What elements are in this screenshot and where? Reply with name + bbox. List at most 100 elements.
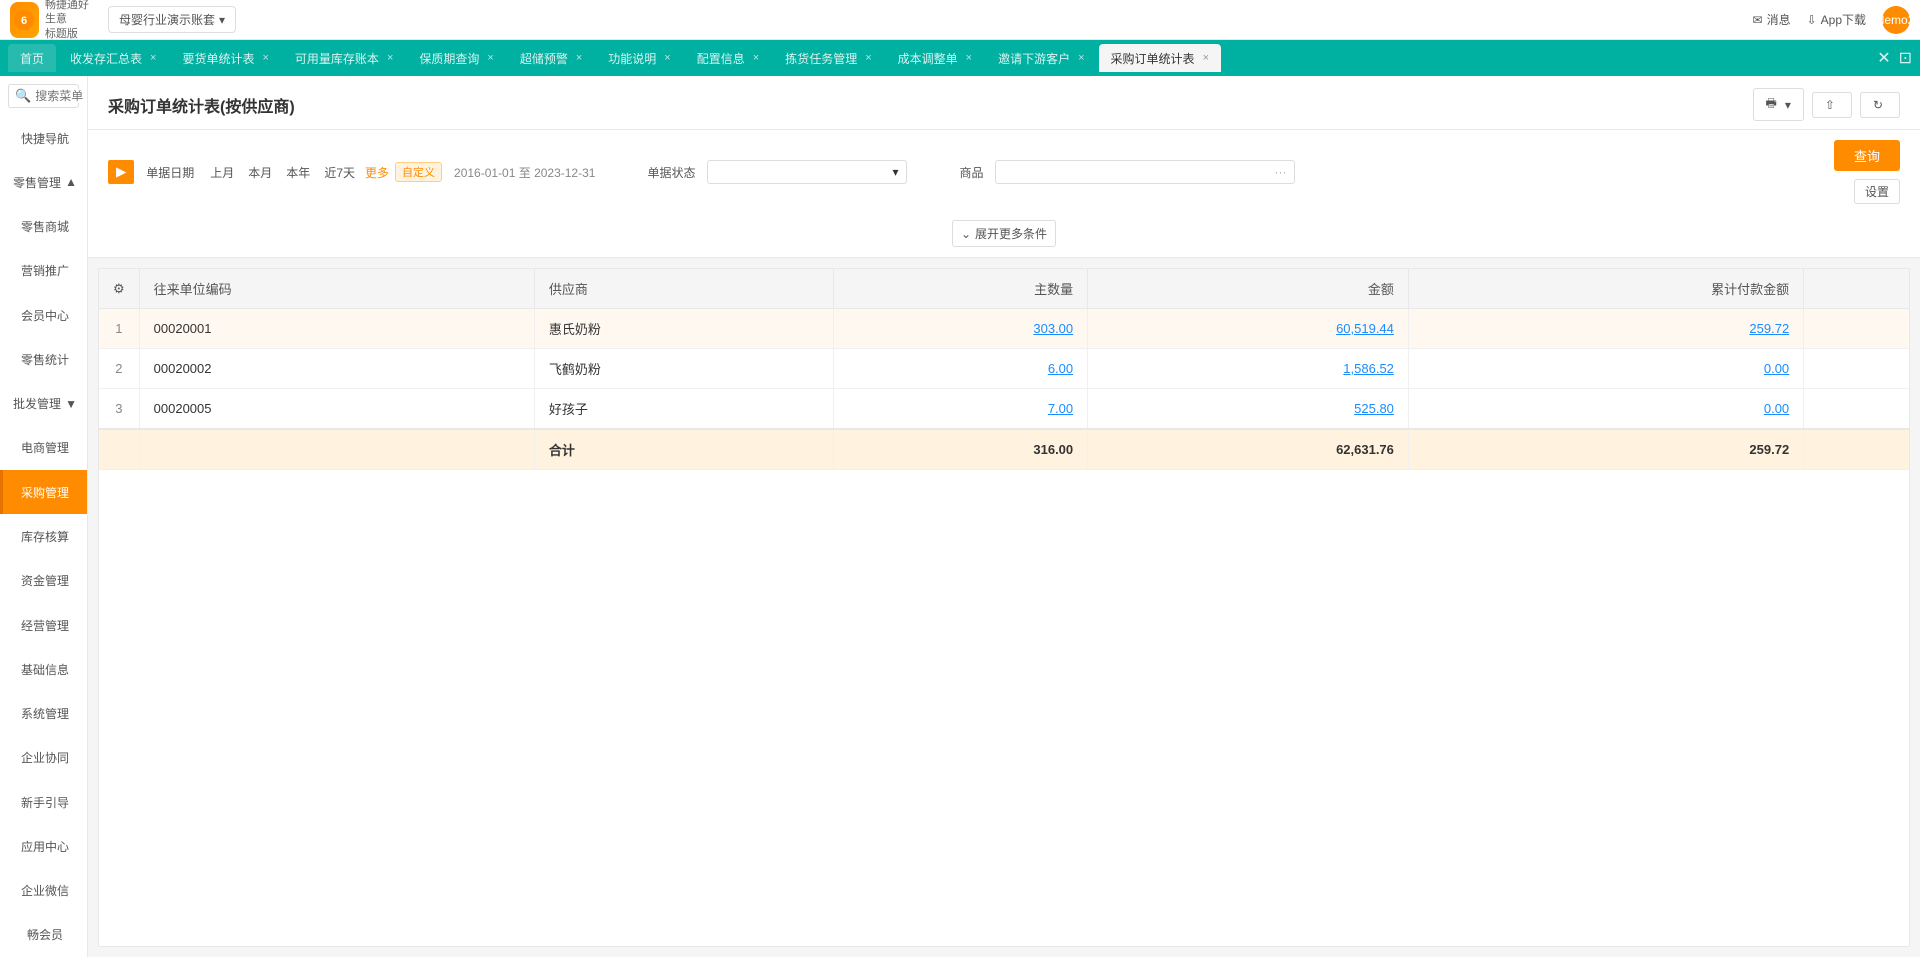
collapse-filter-button[interactable]: ▶	[108, 160, 134, 184]
date-range-display: 2016-01-01 至 2023-12-31	[454, 164, 595, 181]
date-filter-label: 单据日期	[146, 164, 194, 181]
workspace-selector[interactable]: 母婴行业演示账套 ▾	[108, 6, 236, 33]
pifa-label: 批发管理	[13, 395, 61, 412]
sidebar-item-yingxiao[interactable]: 营销推广	[0, 249, 87, 293]
tab-jianhuo[interactable]: 拣货任务管理 ×	[773, 44, 883, 72]
logo-area: 6 畅捷通好生意 标题版	[10, 0, 98, 41]
sidebar-item-lingshou[interactable]: 零售管理 ▲	[0, 160, 87, 204]
row-extra	[1804, 349, 1909, 389]
sidebar-item-xitong[interactable]: 系统管理	[0, 691, 87, 735]
query-button[interactable]: 查询	[1834, 140, 1900, 171]
goods-more-icon[interactable]: ···	[1274, 165, 1286, 179]
tab-close-icon[interactable]: ×	[1078, 52, 1084, 64]
shortcut-last-month[interactable]: 上月	[206, 162, 238, 183]
sidebar-item-jingying[interactable]: 经营管理	[0, 603, 87, 647]
tab-close-icon[interactable]: ×	[753, 52, 759, 64]
tab-chaochu[interactable]: 超储预警 ×	[508, 44, 594, 72]
custom-date-tag[interactable]: 自定义	[395, 162, 442, 182]
expand-icon: ⌄	[961, 227, 971, 241]
col-supplier: 供应商	[534, 269, 833, 309]
sidebar-item-dianshang[interactable]: 电商管理	[0, 426, 87, 470]
tab-close-icon[interactable]: ×	[487, 52, 493, 64]
table-body: 1 00020001 惠氏奶粉 303.00 60,519.44 259.72 …	[99, 309, 1909, 430]
sidebar-item-jichu[interactable]: 基础信息	[0, 647, 87, 691]
filter-row-1: ▶ 单据日期 上月 本月 本年 近7天 更多 自定义 2016-01-01 至 …	[108, 140, 1900, 204]
expand-conditions-button[interactable]: ⌄ 展开更多条件	[952, 220, 1056, 247]
tab-chengben[interactable]: 成本调整单 ×	[886, 44, 984, 72]
row-code: 00020001	[139, 309, 534, 349]
row-amount: 525.80	[1088, 389, 1409, 430]
tab-close-icon[interactable]: ×	[262, 52, 268, 64]
tab-close-icon[interactable]: ×	[1203, 52, 1209, 64]
tab-kuyongliang[interactable]: 可用量库存账本 ×	[283, 44, 405, 72]
footer-amount: 62,631.76	[1088, 429, 1409, 470]
xinshou-label: 新手引导	[21, 794, 69, 811]
tab-close-icon[interactable]: ×	[664, 52, 670, 64]
goods-input[interactable]: ···	[995, 160, 1295, 184]
sidebar-item-shangcheng[interactable]: 零售商城	[0, 205, 87, 249]
app-download-button[interactable]: ⇩ App下载	[1807, 11, 1866, 28]
tab-close-icon[interactable]: ×	[150, 52, 156, 64]
footer-extra	[1804, 429, 1909, 470]
sidebar-item-caigou[interactable]: 采购管理	[0, 470, 87, 514]
tab-close-icon[interactable]: ×	[576, 52, 582, 64]
table-row: 3 00020005 好孩子 7.00 525.80 0.00	[99, 389, 1909, 430]
sidebar-item-qiyext[interactable]: 企业协同	[0, 736, 87, 780]
status-select[interactable]: ▾	[707, 160, 907, 184]
message-icon: ✉	[1753, 13, 1763, 27]
sidebar-item-yingyong[interactable]: 应用中心	[0, 824, 87, 868]
expand-row: ⌄ 展开更多条件	[108, 212, 1900, 247]
jingying-label: 经营管理	[21, 617, 69, 634]
date-shortcuts: 上月 本月 本年 近7天 更多 自定义	[206, 162, 442, 183]
avatar[interactable]: demo2	[1882, 6, 1910, 34]
shortcut-more[interactable]: 更多	[365, 164, 389, 181]
row-idx: 3	[99, 389, 139, 430]
tab-yaohuo[interactable]: 要货单统计表 ×	[170, 44, 280, 72]
status-filter-label: 单据状态	[647, 164, 695, 181]
table-header: ⚙ 往来单位编码 供应商 主数量 金额 累计付款金额	[99, 269, 1909, 309]
col-settings: ⚙	[99, 269, 139, 309]
sidebar-item-lingshojtj[interactable]: 零售统计	[0, 337, 87, 381]
tab-close-icon[interactable]: ×	[387, 52, 393, 64]
sidebar-item-zijin[interactable]: 资金管理	[0, 559, 87, 603]
sidebar-item-xinshou[interactable]: 新手引导	[0, 780, 87, 824]
shortcut-this-month[interactable]: 本月	[244, 162, 276, 183]
sidebar-item-kucun[interactable]: 库存核算	[0, 514, 87, 558]
shortcut-7days[interactable]: 近7天	[320, 162, 359, 183]
nav-tabs-bar: 首页 收发存汇总表 × 要货单统计表 × 可用量库存账本 × 保质期查询 × 超…	[0, 40, 1920, 76]
tab-close-icon[interactable]: ×	[865, 52, 871, 64]
row-code: 00020005	[139, 389, 534, 430]
goods-filter-label: 商品	[959, 164, 983, 181]
maximize-tab-icon[interactable]: ⊡	[1899, 48, 1912, 68]
col-extra	[1804, 269, 1909, 309]
close-tab-icon[interactable]: ✕	[1877, 48, 1890, 68]
row-qty: 6.00	[834, 349, 1088, 389]
tab-gongneng[interactable]: 功能说明 ×	[596, 44, 682, 72]
sidebar-item-huiyuan[interactable]: 会员中心	[0, 293, 87, 337]
export-button[interactable]: ⇧	[1812, 92, 1852, 118]
tab-yaoqing[interactable]: 邀请下游客户 ×	[986, 44, 1096, 72]
tab-caigou-active[interactable]: 采购订单统计表 ×	[1099, 44, 1221, 72]
settings-button[interactable]: 设置	[1854, 179, 1900, 204]
sidebar-item-pifa[interactable]: 批发管理 ▼	[0, 382, 87, 426]
messages-button[interactable]: ✉ 消息	[1753, 11, 1791, 28]
footer-qty: 316.00	[834, 429, 1088, 470]
refresh-button[interactable]: ↻	[1860, 92, 1900, 118]
footer-paid: 259.72	[1408, 429, 1803, 470]
tab-home[interactable]: 首页	[8, 44, 56, 72]
sidebar-item-changhuy[interactable]: 畅会员	[0, 913, 87, 957]
search-input[interactable]	[35, 89, 88, 103]
col-code: 往来单位编码	[139, 269, 534, 309]
tab-baozhi[interactable]: 保质期查询 ×	[407, 44, 505, 72]
sidebar-search-area: 🔍	[0, 76, 87, 116]
tab-close-icon[interactable]: ×	[966, 52, 972, 64]
quicknav-label: 快捷导航	[21, 130, 69, 147]
tab-peizhi[interactable]: 配置信息 ×	[685, 44, 771, 72]
print-button[interactable]: 🖶 ▾	[1753, 88, 1804, 121]
sidebar-item-qiyewx[interactable]: 企业微信	[0, 869, 87, 913]
sidebar-item-quicknav[interactable]: 快捷导航	[0, 116, 87, 160]
page-title: 采购订单统计表(按供应商)	[108, 93, 295, 117]
shortcut-this-year[interactable]: 本年	[282, 162, 314, 183]
yingxiao-label: 营销推广	[21, 262, 69, 279]
tab-shoufacun[interactable]: 收发存汇总表 ×	[58, 44, 168, 72]
